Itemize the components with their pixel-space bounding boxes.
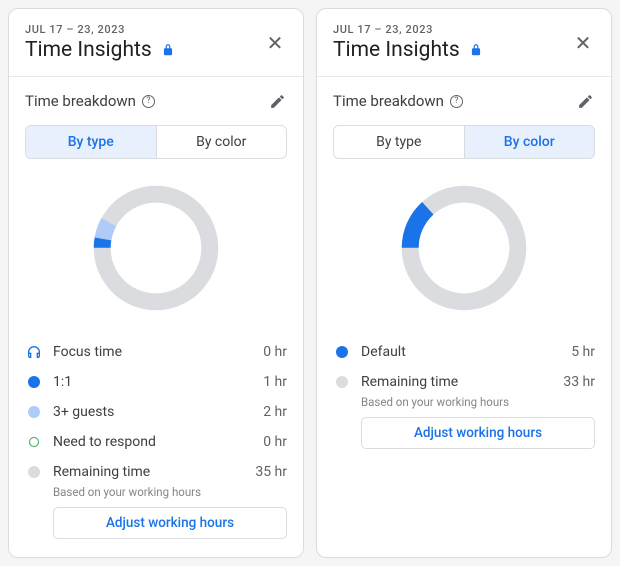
legend-label: 3+ guests xyxy=(53,404,263,420)
adjust-working-hours-button[interactable]: Adjust working hours xyxy=(361,417,595,449)
donut-chart xyxy=(333,177,595,319)
help-icon[interactable]: ? xyxy=(142,95,155,108)
legend-remaining[interactable]: Remaining time 33 hr xyxy=(333,367,595,397)
legend-focus-time[interactable]: Focus time 0 hr xyxy=(25,337,287,367)
time-insights-panel-right: JUL 17 – 23, 2023 Time Insights ✕ Time b… xyxy=(316,8,612,558)
date-range: JUL 17 – 23, 2023 xyxy=(25,23,287,36)
adjust-working-hours-button[interactable]: Adjust working hours xyxy=(53,507,287,539)
dot-icon xyxy=(25,463,43,481)
section-header: Time breakdown ? xyxy=(333,91,595,111)
remaining-subtext: Based on your working hours xyxy=(53,485,287,499)
legend-value: 0 hr xyxy=(263,434,287,450)
section-title: Time breakdown xyxy=(333,92,444,110)
legend-default[interactable]: Default 5 hr xyxy=(333,337,595,367)
title-row: Time Insights ✕ xyxy=(25,38,287,62)
section-title: Time breakdown xyxy=(25,92,136,110)
legend-label: Default xyxy=(361,344,571,360)
headphones-icon xyxy=(25,343,43,361)
edit-icon[interactable] xyxy=(267,91,287,111)
legend-value: 1 hr xyxy=(263,374,287,390)
page-title: Time Insights xyxy=(333,38,460,62)
tab-by-type[interactable]: By type xyxy=(334,126,464,158)
tab-by-type[interactable]: By type xyxy=(26,126,156,158)
donut-chart xyxy=(25,177,287,319)
legend-value: 35 hr xyxy=(255,464,287,480)
close-icon[interactable]: ✕ xyxy=(571,31,595,55)
page-title: Time Insights xyxy=(25,38,152,62)
legend-three-plus[interactable]: 3+ guests 2 hr xyxy=(25,397,287,427)
remaining-subtext: Based on your working hours xyxy=(361,395,595,409)
legend-value: 2 hr xyxy=(263,404,287,420)
divider xyxy=(9,76,303,77)
circle-outline-icon xyxy=(25,433,43,451)
legend-remaining[interactable]: Remaining time 35 hr xyxy=(25,457,287,487)
divider xyxy=(317,76,611,77)
legend-label: Need to respond xyxy=(53,434,263,450)
legend-value: 33 hr xyxy=(563,374,595,390)
tab-by-color[interactable]: By color xyxy=(156,126,287,158)
section-header: Time breakdown ? xyxy=(25,91,287,111)
time-insights-panel-left: JUL 17 – 23, 2023 Time Insights ✕ Time b… xyxy=(8,8,304,558)
legend-label: Focus time xyxy=(53,344,263,360)
title-row: Time Insights ✕ xyxy=(333,38,595,62)
legend-label: Remaining time xyxy=(361,374,563,390)
legend-one-on-one[interactable]: 1:1 1 hr xyxy=(25,367,287,397)
lock-icon[interactable] xyxy=(160,42,176,58)
tab-by-color[interactable]: By color xyxy=(464,126,595,158)
dot-icon xyxy=(25,403,43,421)
date-range: JUL 17 – 23, 2023 xyxy=(333,23,595,36)
close-icon[interactable]: ✕ xyxy=(263,31,287,55)
legend-value: 0 hr xyxy=(263,344,287,360)
dot-icon xyxy=(333,373,351,391)
toggle-group: By type By color xyxy=(25,125,287,159)
lock-icon[interactable] xyxy=(468,42,484,58)
dot-icon xyxy=(25,373,43,391)
help-icon[interactable]: ? xyxy=(450,95,463,108)
toggle-group: By type By color xyxy=(333,125,595,159)
legend-label: 1:1 xyxy=(53,374,263,390)
edit-icon[interactable] xyxy=(575,91,595,111)
legend-label: Remaining time xyxy=(53,464,255,480)
legend-need-respond[interactable]: Need to respond 0 hr xyxy=(25,427,287,457)
legend-value: 5 hr xyxy=(571,344,595,360)
dot-icon xyxy=(333,343,351,361)
